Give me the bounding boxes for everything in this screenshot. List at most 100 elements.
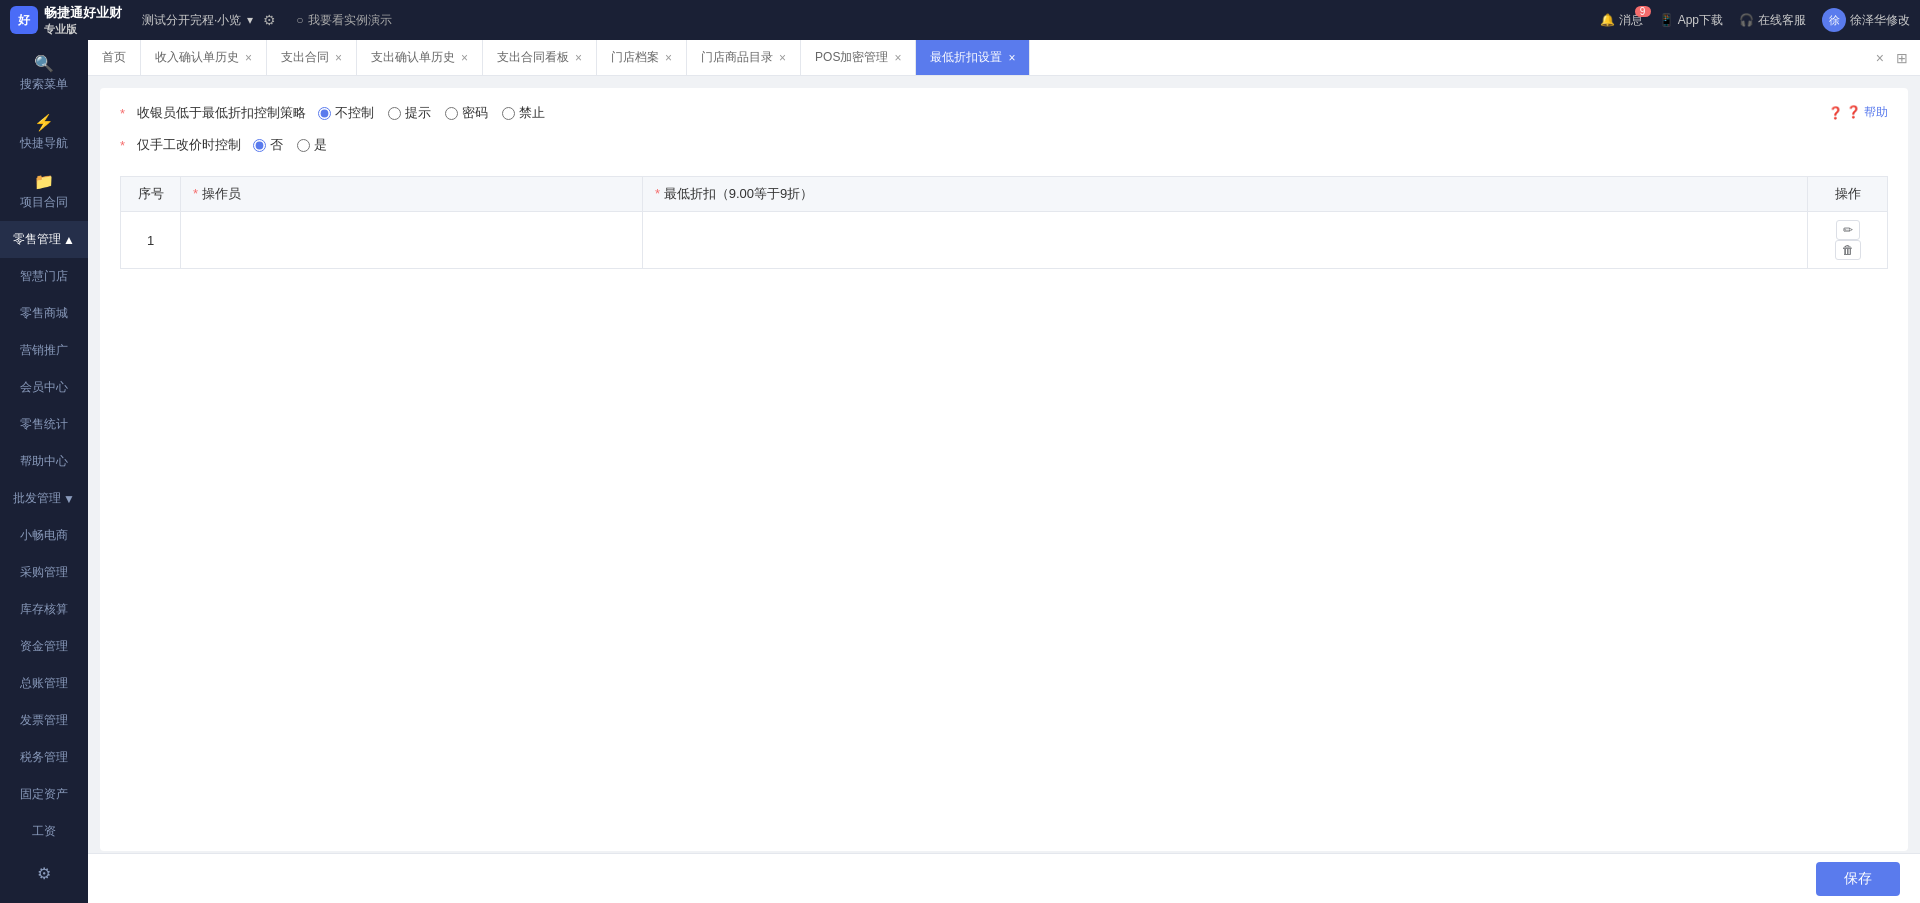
radio-forbid[interactable]: 禁止 (502, 104, 545, 122)
folder-icon: 📁 (34, 172, 54, 191)
tab-close-income-confirm-history[interactable]: × (245, 51, 252, 65)
tab-label-payment-contract-board: 支出合同看板 (497, 49, 569, 66)
sidebar-item-invoice-mgmt[interactable]: 发票管理 (0, 702, 88, 739)
app-download-button[interactable]: 📱 App下载 (1659, 12, 1723, 29)
sidebar-item-wholesale-mgmt[interactable]: 批发管理 ▼ (0, 480, 88, 517)
chevron-down-icon: ▾ (247, 13, 253, 27)
tab-pos-password-mgmt[interactable]: POS加密管理 × (801, 40, 916, 76)
radio-forbid-label: 禁止 (519, 104, 545, 122)
tab-close-payment-confirm-history[interactable]: × (461, 51, 468, 65)
manual-price-label: 仅手工改价时控制 (137, 136, 241, 154)
tab-store-product-catalog[interactable]: 门店商品目录 × (687, 40, 801, 76)
tab-home[interactable]: 首页 (88, 40, 141, 76)
sidebar-label-ecommerce: 小畅电商 (20, 527, 68, 544)
sidebar-item-retail-mgmt[interactable]: 零售管理 ▲ (0, 221, 88, 258)
sidebar-item-retail-stats[interactable]: 零售统计 (0, 406, 88, 443)
cell-seq-1: 1 (121, 212, 181, 269)
sidebar-item-marketing[interactable]: 营销推广 (0, 332, 88, 369)
app-edition: 专业版 (44, 22, 122, 37)
tab-close-payment-contract-board[interactable]: × (575, 51, 582, 65)
sidebar-item-tax-mgmt[interactable]: 税务管理 (0, 739, 88, 776)
messages-badge: 9 (1635, 6, 1651, 17)
tab-label-min-discount-settings: 最低折扣设置 (930, 49, 1002, 66)
tab-payment-contract-board[interactable]: 支出合同看板 × (483, 40, 597, 76)
sidebar-item-shortcut[interactable]: ⚡ 快捷导航 (0, 103, 88, 162)
radio-prompt[interactable]: 提示 (388, 104, 431, 122)
demo-text: 我要看实例演示 (308, 12, 392, 29)
tab-expand-button[interactable]: ⊞ (1892, 48, 1912, 68)
tab-close-min-discount-settings[interactable]: × (1008, 51, 1015, 65)
logo-icon: 好 (10, 6, 38, 34)
sidebar-item-project-contract[interactable]: 📁 项目合同 (0, 162, 88, 221)
sidebar-label-smart-store: 智慧门店 (20, 268, 68, 285)
sidebar-item-help-center[interactable]: 帮助中心 (0, 443, 88, 480)
sidebar-item-purchase-mgmt[interactable]: 采购管理 (0, 554, 88, 591)
messages-button[interactable]: 🔔 消息 9 (1600, 12, 1643, 29)
tab-label-store-product-catalog: 门店商品目录 (701, 49, 773, 66)
settings-icon[interactable]: ⚙ (263, 12, 276, 28)
tab-min-discount-settings[interactable]: 最低折扣设置 × (916, 40, 1030, 76)
cell-operator-1 (181, 212, 643, 269)
tabs-bar: 首页 收入确认单历史 × 支出合同 × 支出确认单历史 × 支出合同看板 × 门… (88, 40, 1920, 76)
sidebar-item-ecommerce[interactable]: 小畅电商 (0, 517, 88, 554)
wholesale-mgmt-label: 批发管理 (13, 490, 61, 507)
edit-button-1[interactable]: ✏ (1836, 220, 1860, 240)
tab-payment-contract[interactable]: 支出合同 × (267, 40, 357, 76)
download-icon: 📱 (1659, 13, 1674, 27)
tab-label-pos-password-mgmt: POS加密管理 (815, 49, 888, 66)
radio-password[interactable]: 密码 (445, 104, 488, 122)
project-selector[interactable]: 测试分开完程·小览 ▾ (142, 12, 253, 29)
app-download-label: App下载 (1678, 12, 1723, 29)
sidebar-item-retail-mall[interactable]: 零售商城 (0, 295, 88, 332)
sidebar-label-fixed-assets: 固定资产 (20, 786, 68, 803)
tab-income-confirm-history[interactable]: 收入确认单历史 × (141, 40, 267, 76)
sidebar-settings-icon[interactable]: ⚙ (33, 854, 55, 893)
sidebar-item-payroll[interactable]: 工资 (0, 813, 88, 850)
sidebar-item-search[interactable]: 🔍 搜索菜单 (0, 44, 88, 103)
cell-min-discount-1 (643, 212, 1808, 269)
save-button[interactable]: 保存 (1816, 862, 1900, 896)
user-profile-button[interactable]: 徐 徐泽华修改 (1822, 8, 1910, 32)
radio-yes[interactable]: 是 (297, 136, 327, 154)
content-area: ❓ ❓ 帮助 * 收银员低于最低折扣控制策略 不控制 提示 (88, 76, 1920, 853)
project-name: 测试分开完程·小览 (142, 12, 241, 29)
sidebar-label-tax-mgmt: 税务管理 (20, 749, 68, 766)
table-body: 1 ✏ 🗑 (121, 212, 1888, 269)
demo-link[interactable]: ○ 我要看实例演示 (296, 12, 391, 29)
required-star-2: * (120, 138, 125, 153)
radio-no[interactable]: 否 (253, 136, 283, 154)
tab-close-store-product-catalog[interactable]: × (779, 51, 786, 65)
discount-table: 序号 * 操作员 * 最低折扣（9.00等于9折） 操作 (120, 176, 1888, 269)
col-header-seq: 序号 (121, 177, 181, 212)
sidebar-item-general-ledger[interactable]: 总账管理 (0, 665, 88, 702)
tab-label-payment-contract: 支出合同 (281, 49, 329, 66)
required-col-star: * (193, 186, 202, 201)
radio-no-label: 否 (270, 136, 283, 154)
sidebar-item-fixed-assets[interactable]: 固定资产 (0, 776, 88, 813)
sidebar-item-member-center[interactable]: 会员中心 (0, 369, 88, 406)
help-link[interactable]: ❓ ❓ 帮助 (1828, 104, 1888, 121)
sidebar-item-smart-store[interactable]: 智慧门店 (0, 258, 88, 295)
cashier-control-radio-group: 不控制 提示 密码 禁止 (318, 104, 545, 122)
headset-icon: 🎧 (1739, 13, 1754, 27)
tab-close-pos-password-mgmt[interactable]: × (894, 51, 901, 65)
radio-no-control[interactable]: 不控制 (318, 104, 374, 122)
tab-close-payment-contract[interactable]: × (335, 51, 342, 65)
sidebar-label-marketing: 营销推广 (20, 342, 68, 359)
online-support-button[interactable]: 🎧 在线客服 (1739, 12, 1806, 29)
sidebar-item-finance[interactable]: 资金管理 (0, 628, 88, 665)
tab-store-archives[interactable]: 门店档案 × (597, 40, 687, 76)
manual-price-radio-group: 否 是 (253, 136, 327, 154)
tab-close-all-button[interactable]: × (1872, 48, 1888, 68)
username-label: 徐泽华修改 (1850, 12, 1910, 29)
tab-payment-confirm-history[interactable]: 支出确认单历史 × (357, 40, 483, 76)
sidebar-item-inventory[interactable]: 库存核算 (0, 591, 88, 628)
required-star-1: * (120, 106, 125, 121)
tabs-actions: × ⊞ (1864, 48, 1920, 68)
sidebar-label-general-ledger: 总账管理 (20, 675, 68, 692)
radio-yes-label: 是 (314, 136, 327, 154)
sidebar-label-retail-stats: 零售统计 (20, 416, 68, 433)
app-logo: 好 畅捷通好业财 专业版 (10, 4, 122, 37)
tab-close-store-archives[interactable]: × (665, 51, 672, 65)
delete-button-1[interactable]: 🗑 (1835, 240, 1861, 260)
